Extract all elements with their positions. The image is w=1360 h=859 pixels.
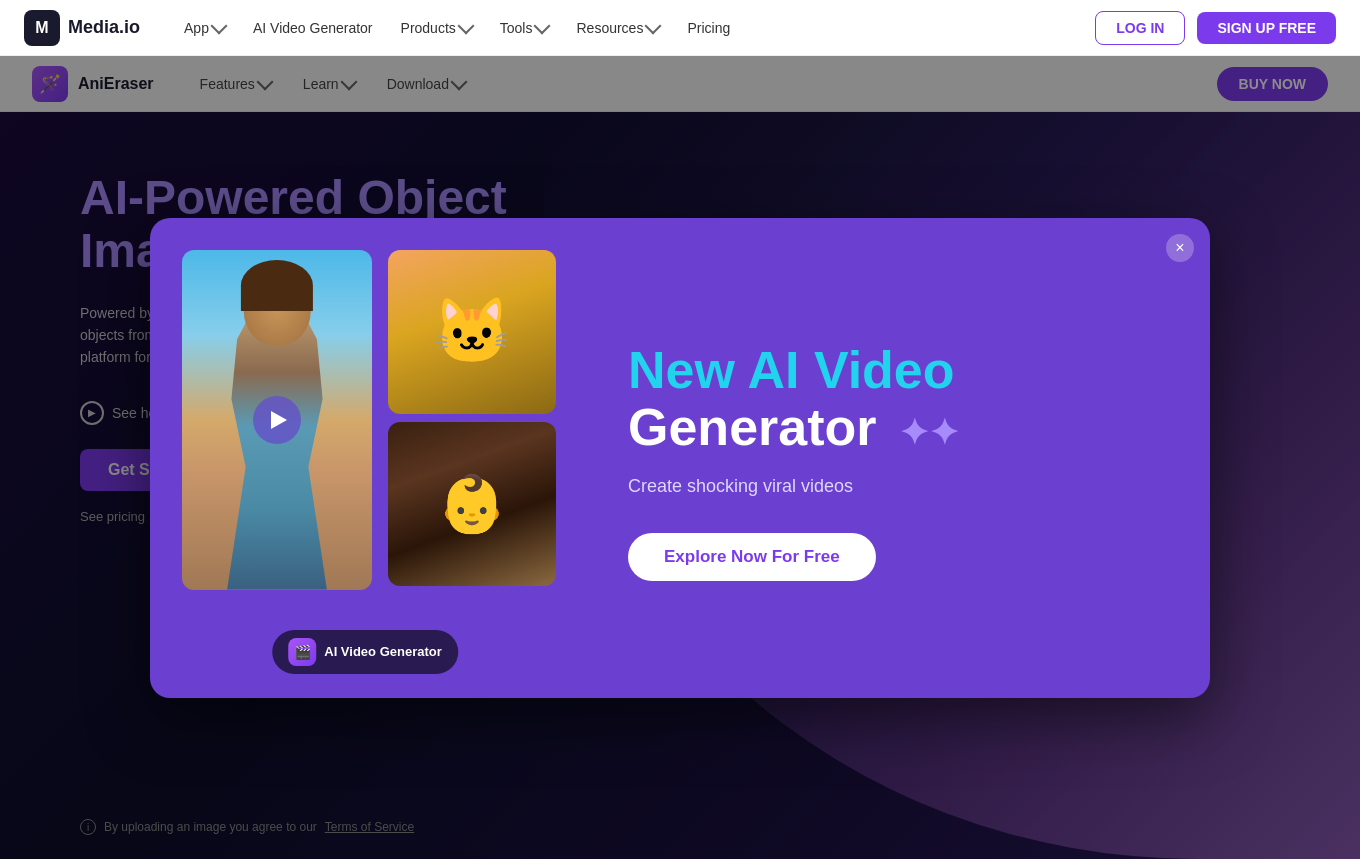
nav-item-ai-video[interactable]: AI Video Generator (241, 14, 385, 42)
logo-icon: M (24, 10, 60, 46)
logo[interactable]: M Media.io (24, 10, 140, 46)
chevron-down-icon (534, 18, 551, 35)
top-nav-links: App AI Video Generator Products Tools Re… (172, 14, 1095, 42)
modal-overlay[interactable]: × 🐱 (0, 56, 1360, 859)
modal-subtitle: Create shocking viral videos (628, 476, 1162, 497)
modal-small-images: 🐱 👶 (380, 250, 556, 632)
nav-item-resources[interactable]: Resources (564, 14, 671, 42)
top-navigation: M Media.io App AI Video Generator Produc… (0, 0, 1360, 56)
badge-text: AI Video Generator (324, 644, 442, 659)
explore-now-button[interactable]: Explore Now For Free (628, 533, 876, 581)
logo-text: Media.io (68, 17, 140, 38)
video-play-button[interactable] (253, 396, 301, 444)
chevron-down-icon (645, 18, 662, 35)
login-button[interactable]: LOG IN (1095, 11, 1185, 45)
nav-item-app[interactable]: App (172, 14, 237, 42)
play-triangle-icon (271, 411, 287, 429)
cat-image: 🐱 (388, 250, 556, 414)
ai-video-badge: 🎬 AI Video Generator (272, 630, 458, 674)
modal-images-section: 🐱 👶 🎬 AI Video Generator (150, 218, 580, 698)
modal-cta-section: New AI Video Generator ✦✦ Create shockin… (580, 218, 1210, 698)
ai-video-modal: × 🐱 (150, 218, 1210, 698)
chevron-down-icon (210, 18, 227, 35)
nav-item-products[interactable]: Products (389, 14, 484, 42)
badge-icon: 🎬 (288, 638, 316, 666)
modal-title: New AI Video Generator ✦✦ (628, 342, 1162, 456)
nav-item-pricing[interactable]: Pricing (675, 14, 742, 42)
nav-item-tools[interactable]: Tools (488, 14, 561, 42)
nav-auth-buttons: LOG IN SIGN UP FREE (1095, 11, 1336, 45)
baby-image: 👶 (388, 422, 556, 586)
sparkle-icon: ✦✦ (899, 413, 959, 453)
chevron-down-icon (457, 18, 474, 35)
modal-close-button[interactable]: × (1166, 234, 1194, 262)
signup-button[interactable]: SIGN UP FREE (1197, 12, 1336, 44)
